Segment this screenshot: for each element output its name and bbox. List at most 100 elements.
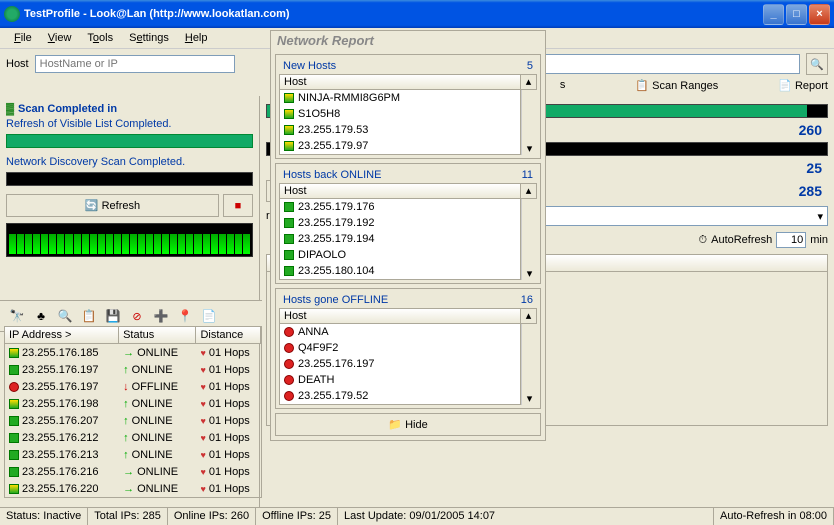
- report-section: Hosts gone OFFLINE16 Host▴ ANNAQ4F9F223.…: [275, 288, 541, 409]
- window-title: TestProfile - Look@Lan (http://www.looka…: [24, 8, 763, 20]
- table-row[interactable]: 23.255.176.207 ↑ ONLINE ♥ 01 Hops: [5, 412, 261, 429]
- scroll-up-icon[interactable]: ▴: [520, 184, 536, 198]
- tab-scan-ranges[interactable]: 📋 Scan Ranges: [635, 79, 718, 92]
- section-list: ANNAQ4F9F223.255.176.197DEATH23.255.179.…: [279, 324, 521, 405]
- tab-report[interactable]: 📄 Report: [778, 79, 828, 92]
- table-row[interactable]: 23.255.176.212 ↑ ONLINE ♥ 01 Hops: [5, 429, 261, 446]
- list-item[interactable]: ANNA: [280, 324, 520, 340]
- online-count: 260: [799, 122, 828, 138]
- refresh-visible-msg: Refresh of Visible List Completed.: [6, 118, 253, 130]
- list-item[interactable]: 23.255.179.176: [280, 199, 520, 215]
- scrollbar[interactable]: ▾: [521, 324, 537, 405]
- section-label: Hosts gone OFFLINE: [283, 294, 388, 306]
- clock-icon: ⏱: [699, 234, 708, 247]
- scroll-up-icon[interactable]: ▴: [520, 309, 536, 323]
- left-table-body: 23.255.176.185 → ONLINE ♥ 01 Hops 23.255…: [4, 344, 262, 498]
- table-row[interactable]: 23.255.176.185 → ONLINE ♥ 01 Hops: [5, 344, 261, 361]
- status-online: Online IPs: 260: [168, 508, 256, 525]
- tool-add-icon[interactable]: ➕: [150, 305, 172, 327]
- offline-count: 25: [806, 160, 828, 176]
- titlebar[interactable]: TestProfile - Look@Lan (http://www.looka…: [0, 0, 834, 28]
- tool-text-icon[interactable]: 📄: [198, 305, 220, 327]
- menu-help[interactable]: Help: [177, 30, 216, 46]
- list-item[interactable]: NINJA-RMMI8G6PM: [280, 90, 520, 106]
- col-distance[interactable]: Distance: [196, 327, 261, 343]
- status-total: Total IPs: 285: [88, 508, 168, 525]
- status-inactive: Status: Inactive: [0, 508, 88, 525]
- left-table-header: IP Address > Status Distance: [4, 326, 262, 344]
- menu-settings[interactable]: Settings: [121, 30, 177, 46]
- section-count: 11: [522, 169, 533, 181]
- table-row[interactable]: 23.255.176.213 ↑ ONLINE ♥ 01 Hops: [5, 446, 261, 463]
- close-button[interactable]: ×: [809, 4, 830, 25]
- statusbar: Status: Inactive Total IPs: 285 Online I…: [0, 507, 834, 525]
- col-status[interactable]: Status: [119, 327, 196, 343]
- total-ips-value: 285: [799, 183, 828, 199]
- discovery-msg: Network Discovery Scan Completed.: [6, 156, 253, 168]
- section-label: Hosts back ONLINE: [283, 169, 381, 181]
- section-label: New Hosts: [283, 60, 336, 72]
- status-autorefresh: Auto-Refresh in 08:00: [714, 508, 834, 525]
- tool-log-icon[interactable]: 📋: [78, 305, 100, 327]
- scrollbar[interactable]: ▾: [521, 90, 537, 155]
- autorefresh-input[interactable]: [776, 232, 806, 248]
- list-item[interactable]: 23.255.179.52: [280, 388, 520, 404]
- list-item[interactable]: 23.255.179.97: [280, 138, 520, 154]
- scan-complete-msg: ▓Scan Completed in: [6, 103, 253, 115]
- report-section: New Hosts5 Host▴ NINJA-RMMI8G6PMS1O5H823…: [275, 54, 541, 159]
- minimize-button[interactable]: _: [763, 4, 784, 25]
- list-item[interactable]: 23.255.179.192: [280, 215, 520, 231]
- scroll-up-icon[interactable]: ▴: [520, 75, 536, 89]
- menu-tools[interactable]: Tools: [79, 30, 121, 46]
- list-item[interactable]: DEATH: [280, 372, 520, 388]
- col-host[interactable]: Host: [280, 309, 520, 323]
- section-count: 16: [521, 294, 533, 306]
- list-item[interactable]: Q4F9F2: [280, 340, 520, 356]
- autorefresh-label: AutoRefresh: [711, 234, 772, 246]
- app-icon: [4, 6, 20, 22]
- col-host[interactable]: Host: [280, 75, 520, 89]
- network-report-panel: Network Report New Hosts5 Host▴ NINJA-RM…: [270, 30, 546, 441]
- tool-tree-icon[interactable]: ♣: [30, 305, 52, 327]
- table-row[interactable]: 23.255.176.198 ↑ ONLINE ♥ 01 Hops: [5, 395, 261, 412]
- stop-button[interactable]: ■: [223, 194, 253, 217]
- tool-delete-icon[interactable]: ⊘: [126, 305, 148, 327]
- tool-find-icon[interactable]: 🔍: [54, 305, 76, 327]
- list-item[interactable]: 23.255.180.104: [280, 263, 520, 279]
- section-list: 23.255.179.17623.255.179.19223.255.179.1…: [279, 199, 521, 280]
- col-ip[interactable]: IP Address >: [5, 327, 119, 343]
- section-count: 5: [527, 60, 533, 72]
- section-list: NINJA-RMMI8G6PMS1O5H823.255.179.5323.255…: [279, 90, 521, 155]
- list-item[interactable]: S1O5H8: [280, 106, 520, 122]
- host-input[interactable]: [35, 55, 235, 73]
- maximize-button[interactable]: □: [786, 4, 807, 25]
- status-offline: Offline IPs: 25: [256, 508, 338, 525]
- report-section: Hosts back ONLINE 11 Host▴ 23.255.179.176…: [275, 163, 541, 284]
- scrollbar[interactable]: ▾: [521, 199, 537, 280]
- table-row[interactable]: 23.255.176.216 → ONLINE ♥ 01 Hops: [5, 463, 261, 480]
- menu-view[interactable]: View: [40, 30, 80, 46]
- refresh-button[interactable]: 🔄 Refresh: [6, 194, 219, 217]
- list-item[interactable]: DIPAOLO: [280, 247, 520, 263]
- host-label: Host: [6, 58, 29, 70]
- tool-binoculars-icon[interactable]: 🔭: [6, 305, 28, 327]
- progress-1: [6, 134, 253, 148]
- menu-file[interactable]: File: [6, 30, 40, 46]
- table-row[interactable]: 23.255.176.197 ↓ OFFLINE ♥ 01 Hops: [5, 378, 261, 395]
- autorefresh-unit: min: [810, 234, 828, 246]
- col-host[interactable]: Host: [280, 184, 520, 198]
- spectrum-graph: [6, 223, 253, 257]
- list-item[interactable]: 23.255.176.197: [280, 356, 520, 372]
- tool-save-icon[interactable]: 💾: [102, 305, 124, 327]
- table-row[interactable]: 23.255.176.220 → ONLINE ♥ 01 Hops: [5, 480, 261, 497]
- right-combo[interactable]: [522, 54, 800, 74]
- tool-mark-icon[interactable]: 📍: [174, 305, 196, 327]
- search-icon[interactable]: 🔍: [806, 53, 828, 75]
- status-update: Last Update: 09/01/2005 14:07: [338, 508, 714, 525]
- list-item[interactable]: 23.255.179.194: [280, 231, 520, 247]
- list-item[interactable]: 23.255.179.53: [280, 122, 520, 138]
- hide-button[interactable]: 📁 Hide: [275, 413, 541, 436]
- table-row[interactable]: 23.255.176.197 ↑ ONLINE ♥ 01 Hops: [5, 361, 261, 378]
- report-title: Network Report: [271, 31, 545, 50]
- progress-2: [6, 172, 253, 186]
